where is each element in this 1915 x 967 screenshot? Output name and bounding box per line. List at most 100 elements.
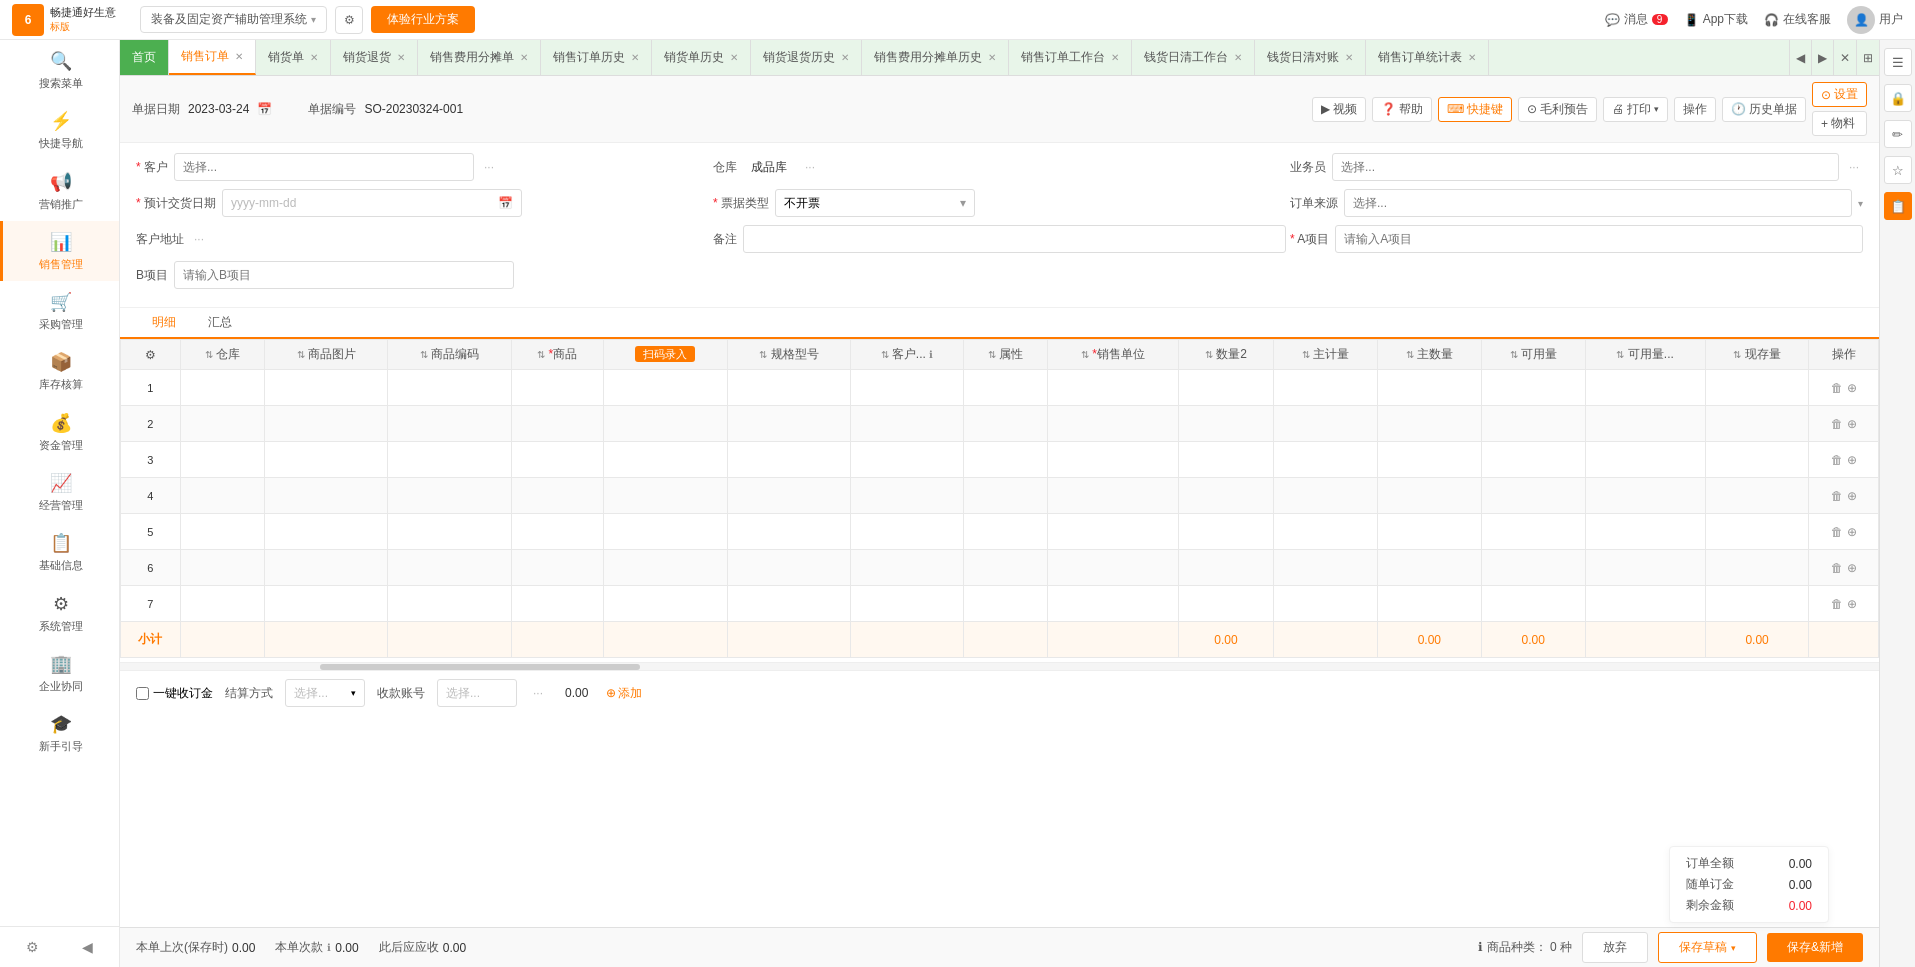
table-cell[interactable] xyxy=(265,550,388,586)
th-main-unit[interactable]: ⇅ 主计量 xyxy=(1274,340,1378,370)
right-panel-btn-grid[interactable]: ☰ xyxy=(1884,48,1912,76)
table-cell[interactable] xyxy=(1377,478,1481,514)
calendar-icon[interactable]: 📅 xyxy=(257,102,272,116)
horizontal-scrollbar[interactable] xyxy=(120,662,1879,670)
scan-button[interactable]: 扫码录入 xyxy=(635,346,695,362)
table-cell[interactable] xyxy=(1705,514,1809,550)
tab-close-icon[interactable]: ✕ xyxy=(730,52,738,63)
table-cell[interactable] xyxy=(963,478,1047,514)
b-project-input[interactable] xyxy=(174,261,514,289)
table-cell[interactable] xyxy=(603,442,727,478)
table-cell[interactable] xyxy=(603,586,727,622)
table-cell[interactable] xyxy=(727,586,850,622)
tab-next-btn[interactable]: ▶ xyxy=(1811,40,1833,75)
copy-row-btn[interactable]: ⊕ xyxy=(1845,525,1859,539)
table-cell[interactable] xyxy=(603,370,727,406)
copy-row-btn[interactable]: ⊕ xyxy=(1845,597,1859,611)
table-cell[interactable] xyxy=(1585,406,1705,442)
table-cell[interactable] xyxy=(1274,550,1378,586)
tab-close-icon[interactable]: ✕ xyxy=(631,52,639,63)
table-cell[interactable] xyxy=(180,370,264,406)
tab-grid-btn[interactable]: ⊞ xyxy=(1856,40,1879,75)
table-cell[interactable] xyxy=(388,550,511,586)
th-spec-type[interactable]: ⇅ 规格型号 xyxy=(727,340,850,370)
sidebar-item-basic[interactable]: 📋 基础信息 xyxy=(0,522,119,582)
table-cell[interactable] xyxy=(180,586,264,622)
copy-row-btn[interactable]: ⊕ xyxy=(1845,453,1859,467)
table-cell[interactable] xyxy=(727,406,850,442)
table-cell[interactable] xyxy=(1048,586,1179,622)
table-cell[interactable] xyxy=(603,514,727,550)
table-cell[interactable] xyxy=(1274,442,1378,478)
table-cell[interactable] xyxy=(1274,514,1378,550)
sidebar-item-search[interactable]: 🔍 搜索菜单 xyxy=(0,40,119,100)
detail-tab-detail[interactable]: 明细 xyxy=(136,308,192,339)
th-scan-input[interactable]: 扫码录入 xyxy=(603,340,727,370)
table-cell[interactable] xyxy=(1705,550,1809,586)
table-cell[interactable] xyxy=(727,514,850,550)
table-cell[interactable] xyxy=(1705,586,1809,622)
table-cell[interactable] xyxy=(1585,586,1705,622)
table-cell[interactable] xyxy=(511,514,603,550)
table-cell[interactable] xyxy=(963,586,1047,622)
account-more-icon[interactable]: ··· xyxy=(529,686,547,700)
table-cell[interactable] xyxy=(511,406,603,442)
warehouse-more-icon[interactable]: ··· xyxy=(801,160,819,174)
table-cell[interactable] xyxy=(1048,514,1179,550)
table-cell[interactable] xyxy=(851,550,964,586)
th-available2[interactable]: ⇅ 可用量... xyxy=(1585,340,1705,370)
table-cell[interactable] xyxy=(1274,478,1378,514)
table-cell[interactable] xyxy=(1377,550,1481,586)
table-cell[interactable] xyxy=(851,478,964,514)
shortcut-btn[interactable]: ⌨ 快捷键 xyxy=(1438,97,1512,122)
address-more-icon[interactable]: ··· xyxy=(190,232,208,246)
delete-row-btn[interactable]: 🗑 xyxy=(1829,489,1845,503)
table-cell[interactable] xyxy=(1377,514,1481,550)
table-cell[interactable] xyxy=(180,442,264,478)
tab-sales-return-goods[interactable]: 销货退货 ✕ xyxy=(331,40,418,75)
delete-row-btn[interactable]: 🗑 xyxy=(1829,381,1845,395)
add-link[interactable]: ⊕ 添加 xyxy=(606,685,642,702)
delete-row-btn[interactable]: 🗑 xyxy=(1829,561,1845,575)
table-cell[interactable] xyxy=(265,406,388,442)
tab-sales-order[interactable]: 销售订单 ✕ xyxy=(169,40,256,75)
user-avatar[interactable]: 👤 用户 xyxy=(1847,6,1903,34)
table-cell[interactable] xyxy=(1377,370,1481,406)
sidebar-item-finance[interactable]: 💰 资金管理 xyxy=(0,402,119,462)
table-cell[interactable] xyxy=(1048,406,1179,442)
th-product-name[interactable]: ⇅ *商品 xyxy=(511,340,603,370)
one-click-settle-checkbox[interactable] xyxy=(136,687,149,700)
sidebar-item-inventory[interactable]: 📦 库存核算 xyxy=(0,341,119,401)
table-cell[interactable] xyxy=(1048,550,1179,586)
th-available[interactable]: ⇅ 可用量 xyxy=(1481,340,1585,370)
account-select[interactable]: 选择... xyxy=(437,679,517,707)
table-cell[interactable] xyxy=(851,442,964,478)
table-cell[interactable] xyxy=(1274,370,1378,406)
th-product-code[interactable]: ⇅ 商品编码 xyxy=(388,340,511,370)
table-cell[interactable] xyxy=(388,514,511,550)
settings-button[interactable]: ⚙ xyxy=(335,6,363,34)
table-cell[interactable] xyxy=(963,442,1047,478)
tab-sales-stats[interactable]: 销售订单统计表 ✕ xyxy=(1366,40,1489,75)
table-cell[interactable] xyxy=(265,478,388,514)
table-cell[interactable] xyxy=(265,586,388,622)
customer-more-icon[interactable]: ··· xyxy=(480,160,498,174)
sidebar-item-marketing[interactable]: 📢 营销推广 xyxy=(0,161,119,221)
th-main-qty[interactable]: ⇅ 主数量 xyxy=(1377,340,1481,370)
table-cell[interactable] xyxy=(1705,442,1809,478)
sidebar-item-enterprise[interactable]: 🏢 企业协同 xyxy=(0,643,119,703)
table-cell[interactable] xyxy=(1705,406,1809,442)
tab-close-icon[interactable]: ✕ xyxy=(1468,52,1476,63)
table-cell[interactable] xyxy=(1481,370,1585,406)
table-cell[interactable] xyxy=(1178,514,1273,550)
table-cell[interactable] xyxy=(265,514,388,550)
print-btn[interactable]: 🖨 打印 ▾ xyxy=(1603,97,1668,122)
sidebar-item-purchase[interactable]: 🛒 采购管理 xyxy=(0,281,119,341)
table-cell[interactable] xyxy=(851,586,964,622)
th-current-stock[interactable]: ⇅ 现存量 xyxy=(1705,340,1809,370)
tab-close-icon[interactable]: ✕ xyxy=(1234,52,1242,63)
tab-close-icon[interactable]: ✕ xyxy=(988,52,996,63)
th-quantity2[interactable]: ⇅ 数量2 xyxy=(1178,340,1273,370)
table-cell[interactable] xyxy=(1178,550,1273,586)
table-cell[interactable] xyxy=(180,406,264,442)
